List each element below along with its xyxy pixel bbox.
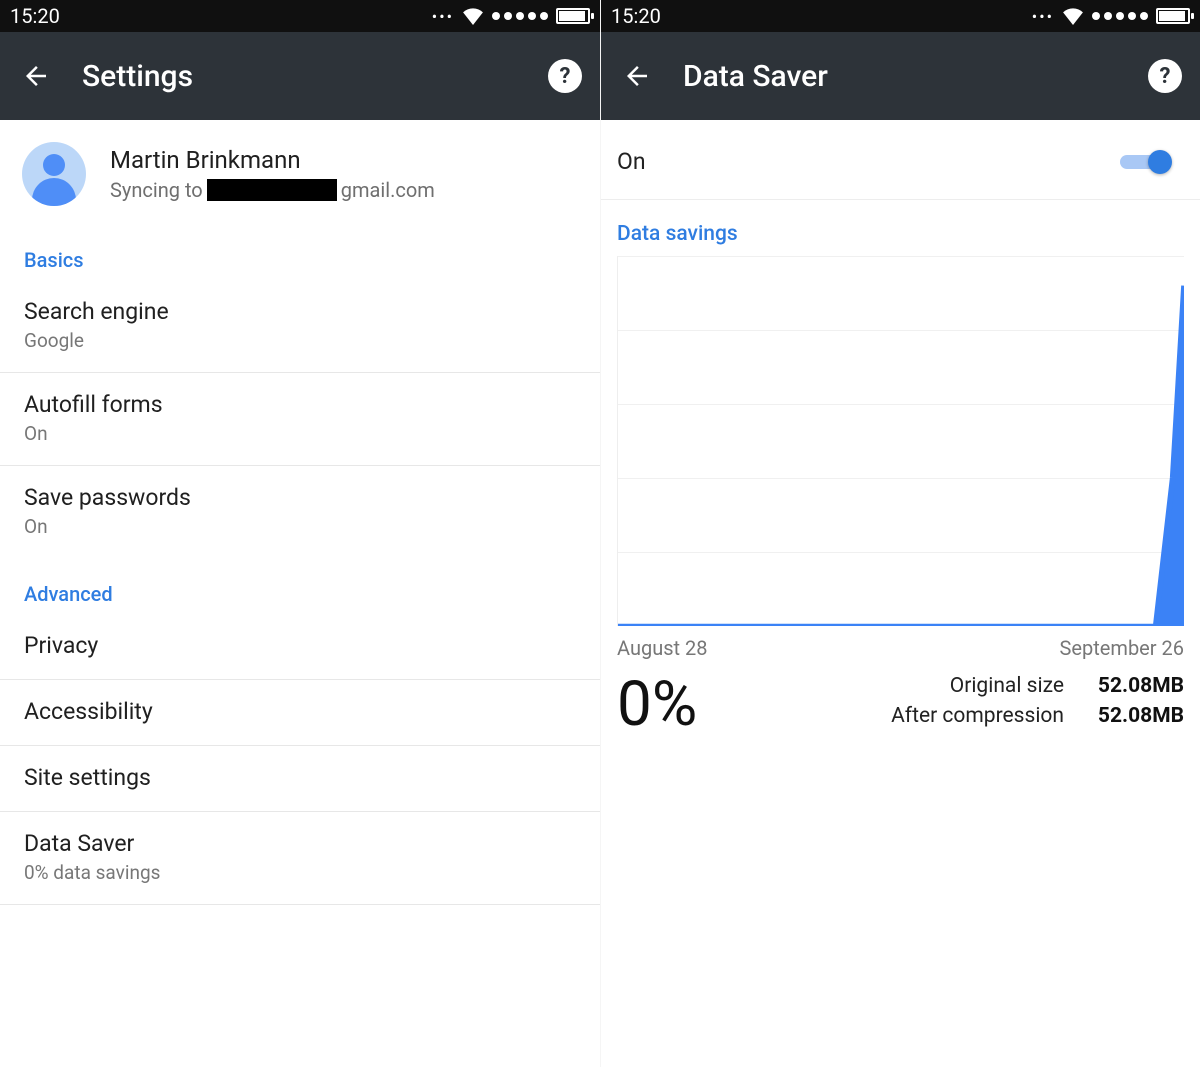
data-savings-header: Data savings (601, 200, 1200, 256)
avatar (22, 142, 86, 206)
row-accessibility[interactable]: Accessibility (0, 680, 600, 746)
signal-icon (1092, 12, 1148, 20)
help-icon: ? (560, 64, 571, 89)
data-savings-chart (617, 256, 1184, 626)
account-row[interactable]: Martin Brinkmann Syncing to gmail.com (0, 124, 600, 224)
battery-icon (1156, 8, 1190, 24)
overflow-icon: ••• (432, 7, 454, 26)
status-time: 15:20 (611, 4, 661, 28)
app-bar: Settings ? (0, 32, 600, 120)
row-autofill-forms[interactable]: Autofill forms On (0, 373, 600, 466)
row-save-passwords[interactable]: Save passwords On (0, 466, 600, 558)
help-button[interactable]: ? (1148, 59, 1182, 93)
row-data-saver[interactable]: Data Saver 0% data savings (0, 812, 600, 905)
overflow-icon: ••• (1032, 7, 1054, 26)
page-title: Settings (82, 59, 520, 94)
data-saver-screen: 15:20 ••• Data Saver ? On (600, 0, 1200, 1067)
help-icon: ? (1160, 64, 1171, 89)
back-button[interactable] (18, 58, 54, 94)
savings-table: Original size 52.08MB After compression … (891, 674, 1184, 734)
axis-end: September 26 (1060, 636, 1184, 660)
row-privacy[interactable]: Privacy (0, 614, 600, 680)
back-button[interactable] (619, 58, 655, 94)
section-basics: Basics (0, 224, 600, 280)
app-bar: Data Saver ? (601, 32, 1200, 120)
status-time: 15:20 (10, 4, 60, 28)
status-bar: 15:20 ••• (0, 0, 600, 32)
savings-percent: 0% (617, 674, 697, 736)
settings-screen: 15:20 ••• Settings ? (0, 0, 600, 1067)
account-name: Martin Brinkmann (110, 146, 435, 174)
original-size-value: 52.08MB (1084, 674, 1184, 698)
axis-start: August 28 (617, 636, 708, 660)
status-bar: 15:20 ••• (601, 0, 1200, 32)
after-compression-value: 52.08MB (1084, 704, 1184, 728)
help-button[interactable]: ? (548, 59, 582, 93)
original-size-label: Original size (950, 674, 1064, 698)
page-title: Data Saver (683, 59, 1120, 94)
section-advanced: Advanced (0, 558, 600, 614)
chart-axis: August 28 September 26 (601, 626, 1200, 660)
after-compression-label: After compression (891, 704, 1064, 728)
row-search-engine[interactable]: Search engine Google (0, 280, 600, 373)
signal-icon (492, 12, 548, 20)
battery-icon (556, 8, 590, 24)
account-sync-status: Syncing to gmail.com (110, 178, 435, 202)
row-site-settings[interactable]: Site settings (0, 746, 600, 812)
redacted-email (207, 179, 337, 201)
toggle-switch[interactable] (1120, 150, 1172, 174)
wifi-icon (462, 7, 484, 25)
toggle-label: On (617, 148, 646, 175)
wifi-icon (1062, 7, 1084, 25)
data-saver-toggle-row[interactable]: On (601, 124, 1200, 200)
